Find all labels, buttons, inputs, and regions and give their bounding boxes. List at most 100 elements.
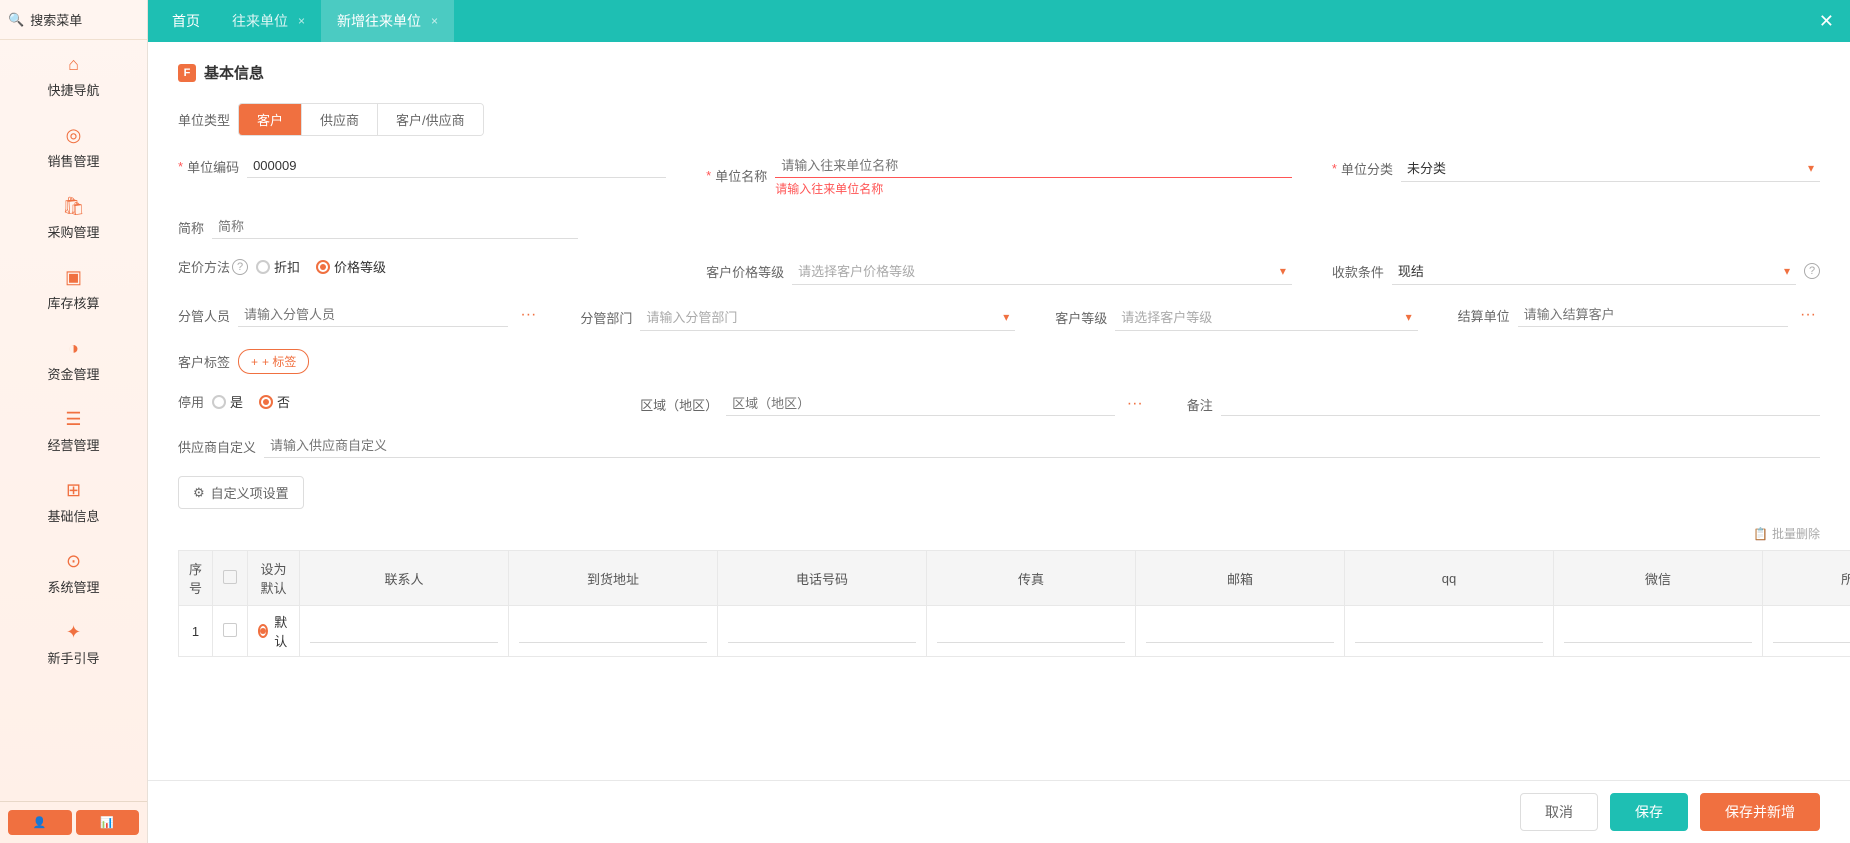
sidebar-bottom-btn1[interactable]: 👤: [8, 810, 72, 835]
customer-level-label: 客户等级: [1055, 308, 1107, 327]
save-button[interactable]: 保存: [1610, 793, 1688, 831]
unit-name-field: * 单位名称 请输入往来单位名称: [706, 154, 1292, 197]
sidebar-item-label: 采购管理: [47, 222, 99, 241]
sidebar-item-label: 基础信息: [47, 506, 99, 525]
payment-terms-field: 收款条件 现结 ▾ ?: [1332, 257, 1820, 285]
customer-price-level-select[interactable]: 请选择客户价格等级 ▾: [792, 257, 1292, 285]
sidebar-item-inventory[interactable]: ▣ 库存核算: [0, 253, 147, 324]
qq-input[interactable]: [1355, 619, 1543, 643]
th-phone: 电话号码: [718, 551, 927, 606]
sidebar-item-quick-nav[interactable]: ⌂ 快捷导航: [0, 40, 147, 111]
pricing-help-icon[interactable]: ?: [232, 259, 248, 275]
wechat-input[interactable]: [1564, 619, 1752, 643]
unit-code-label: * 单位编码: [178, 157, 239, 176]
settlement-unit-label: 结算单位: [1458, 306, 1510, 325]
manager-row: 分管人员 ··· 分管部门 请输入分管部门 ▾ 客户等级 请选择客户等级 ▾ 结…: [178, 303, 1820, 331]
default-radio-item[interactable]: 默认: [258, 612, 289, 650]
unit-type-supplier[interactable]: 供应商: [301, 104, 377, 135]
system-icon: ⊙: [62, 549, 86, 573]
batch-delete-label[interactable]: 批量删除: [1772, 525, 1820, 542]
content-area: F 基本信息 单位类型 客户 供应商 客户/供应商 * 单位编码: [148, 42, 1850, 780]
add-tag-button[interactable]: + + 标签: [238, 349, 309, 374]
unit-type-customer[interactable]: 客户: [239, 104, 301, 135]
short-name-input[interactable]: [212, 215, 578, 239]
remark-field: 备注: [1187, 392, 1820, 416]
tab-new-partner[interactable]: 新增往来单位 ×: [321, 0, 454, 42]
th-address: 到货地址: [509, 551, 718, 606]
sidebar-item-purchase[interactable]: 🛍 采购管理: [0, 182, 147, 253]
manager-input[interactable]: [238, 303, 508, 327]
sidebar-search[interactable]: 🔍 搜索菜单: [0, 0, 147, 40]
supplier-custom-input[interactable]: [264, 434, 1820, 458]
unit-type-both[interactable]: 客户/供应商: [377, 104, 483, 135]
fax-input[interactable]: [937, 619, 1125, 643]
region-input[interactable]: [726, 392, 1115, 416]
department-field: 分管部门 请输入分管部门 ▾: [580, 303, 1015, 331]
sidebar-search-label: 搜索菜单: [30, 10, 82, 29]
region-more-btn[interactable]: ···: [1123, 395, 1147, 413]
bottom-bar: 取消 保存 保存并新增: [148, 780, 1850, 843]
td-default: 默认: [248, 606, 300, 657]
contact-table: 序号 设为默认 联系人 到货地址 电话号码 传真 邮箱 qq 微信 所在地区 操…: [178, 550, 1850, 657]
email-input[interactable]: [1146, 619, 1334, 643]
radio-no-circle: [259, 395, 273, 409]
tab-new-partner-close[interactable]: ×: [431, 14, 438, 28]
manager-more-btn[interactable]: ···: [516, 306, 540, 324]
department-select[interactable]: 请输入分管部门 ▾: [640, 303, 1015, 331]
td-qq: [1345, 606, 1554, 657]
sidebar-bottom-btn2[interactable]: 📊: [76, 810, 140, 835]
region-field: 区域（地区） ···: [640, 392, 1147, 416]
select-all-checkbox[interactable]: [223, 570, 237, 584]
remark-input[interactable]: [1221, 392, 1820, 416]
section-title: F 基本信息: [178, 62, 1820, 83]
unit-code-input[interactable]: [247, 154, 666, 178]
tabbar: 首页 往来单位 × 新增往来单位 × ✕: [148, 0, 1850, 42]
payment-terms-select[interactable]: 现结 ▾: [1392, 257, 1796, 285]
area-input[interactable]: [1773, 619, 1850, 643]
inventory-icon: ▣: [62, 265, 86, 289]
department-placeholder: 请输入分管部门: [646, 307, 999, 326]
sidebar-item-system[interactable]: ⊙ 系统管理: [0, 537, 147, 608]
address-input[interactable]: [519, 619, 707, 643]
customer-level-select[interactable]: 请选择客户等级 ▾: [1115, 303, 1417, 331]
tab-home[interactable]: 首页: [156, 0, 216, 42]
unit-name-label: * 单位名称: [706, 166, 767, 185]
settlement-more-btn[interactable]: ···: [1796, 306, 1820, 324]
tabbar-close-btn[interactable]: ✕: [1811, 11, 1842, 32]
unit-name-input[interactable]: [775, 154, 1292, 178]
unit-category-select[interactable]: 未分类 ▾: [1401, 154, 1820, 182]
unit-name-error: 请输入往来单位名称: [775, 180, 1292, 197]
sales-icon: ◎: [62, 123, 86, 147]
unit-type-row: 单位类型 客户 供应商 客户/供应商: [178, 103, 1820, 136]
pricing-level-radio[interactable]: 价格等级: [316, 257, 386, 276]
chevron-down-icon3: ▾: [1784, 264, 1790, 278]
save-new-button[interactable]: 保存并新增: [1700, 793, 1820, 831]
sidebar-item-guide[interactable]: ✦ 新手引导: [0, 608, 147, 679]
payment-help-icon[interactable]: ?: [1804, 263, 1820, 279]
pricing-method-label: 定价方法 ?: [178, 257, 248, 276]
disabled-yes-radio[interactable]: 是: [212, 392, 243, 411]
row-checkbox[interactable]: [223, 623, 237, 637]
th-default: 设为默认: [248, 551, 300, 606]
td-seq: 1: [179, 606, 213, 657]
sidebar-item-label: 系统管理: [47, 577, 99, 596]
cancel-button[interactable]: 取消: [1520, 793, 1598, 831]
sidebar-item-operation[interactable]: ☰ 经营管理: [0, 395, 147, 466]
phone-input[interactable]: [728, 619, 916, 643]
sidebar-item-label: 库存核算: [47, 293, 99, 312]
contact-input[interactable]: [310, 619, 498, 643]
tab-partner-close[interactable]: ×: [298, 14, 305, 28]
pricing-discount-radio[interactable]: 折扣: [256, 257, 300, 276]
custom-setting-button[interactable]: ⚙ 自定义项设置: [178, 476, 304, 509]
sidebar-item-sales[interactable]: ◎ 销售管理: [0, 111, 147, 182]
sidebar-item-finance[interactable]: ◑ 资金管理: [0, 324, 147, 395]
disabled-no-radio[interactable]: 否: [259, 392, 290, 411]
plus-icon: +: [251, 355, 258, 369]
disabled-field: 停用 是 否: [178, 392, 600, 411]
sidebar-item-basic[interactable]: ⊞ 基础信息: [0, 466, 147, 537]
default-radio-label: 默认: [272, 612, 289, 650]
basic-icon: ⊞: [62, 478, 86, 502]
chevron-down-icon4: ▾: [1003, 310, 1009, 324]
tab-partner[interactable]: 往来单位 ×: [216, 0, 321, 42]
settlement-unit-input[interactable]: [1518, 303, 1788, 327]
